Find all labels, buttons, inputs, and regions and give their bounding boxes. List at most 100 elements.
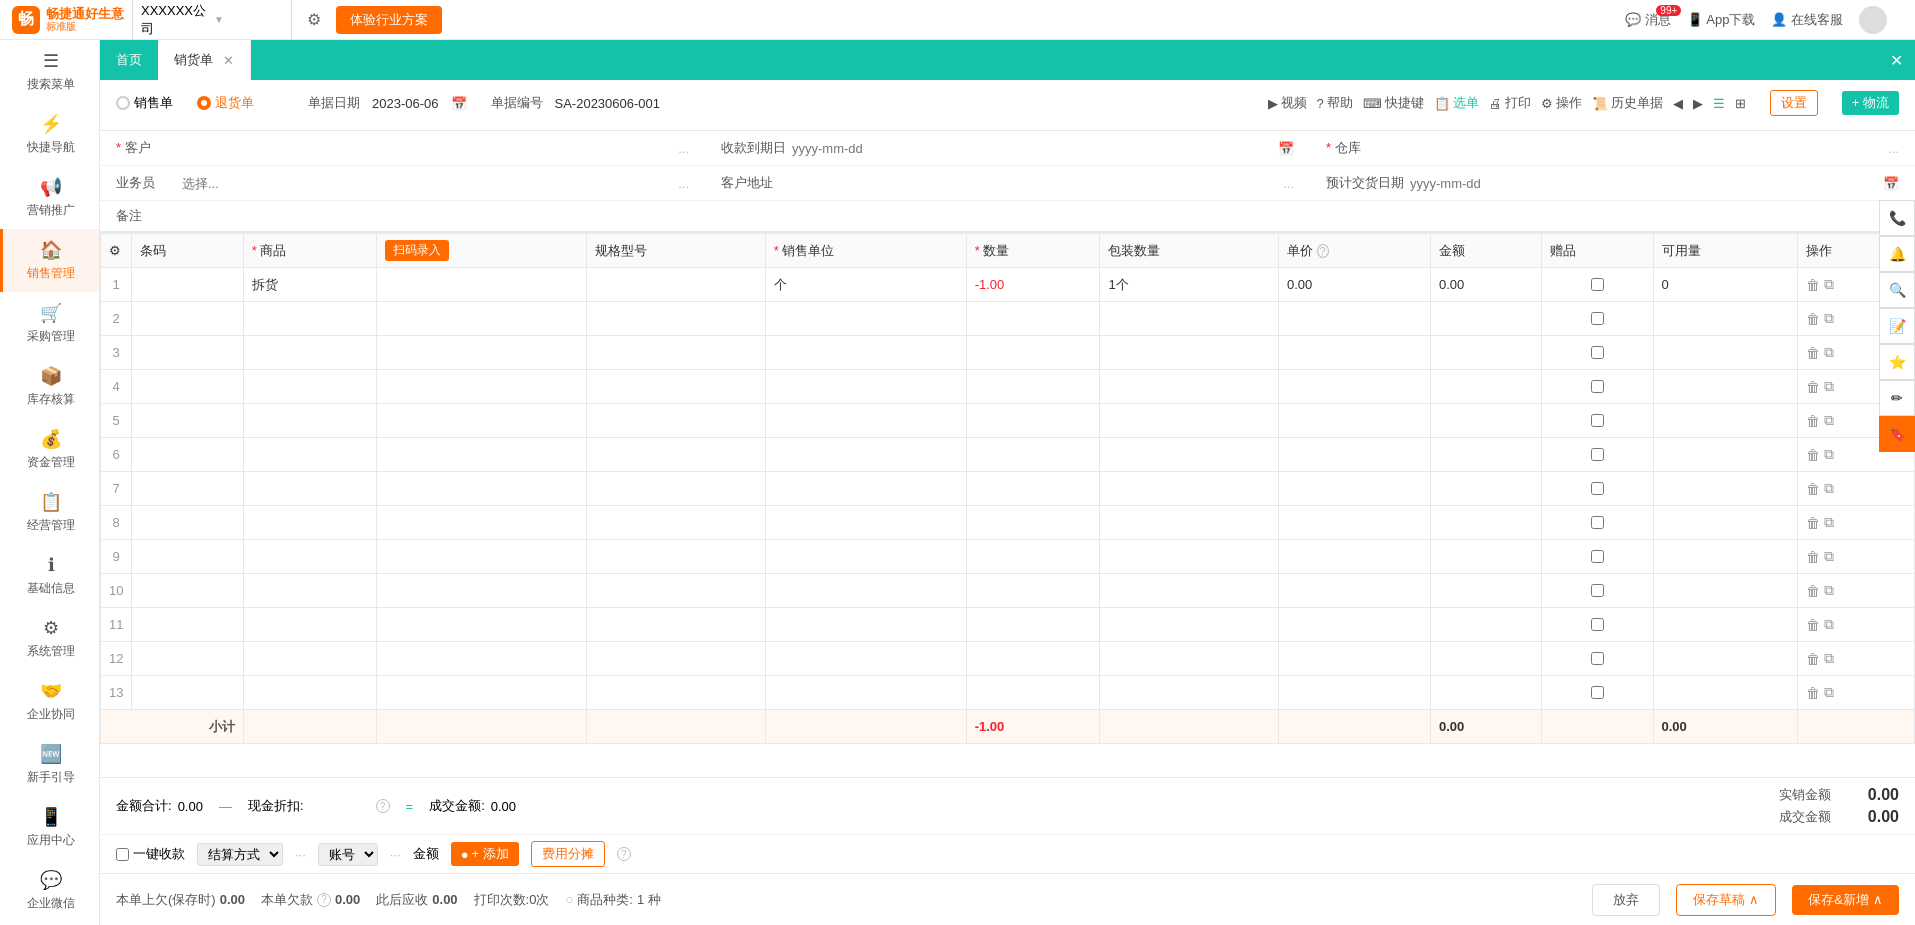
- owe-help-icon[interactable]: ?: [317, 893, 331, 907]
- radio-return[interactable]: 退货单: [197, 94, 254, 112]
- copy-row-btn[interactable]: ⧉: [1824, 582, 1834, 599]
- one-key-pay-checkbox[interactable]: [116, 848, 129, 861]
- row-price[interactable]: [1278, 574, 1430, 608]
- row-barcode[interactable]: [132, 642, 243, 676]
- customer-dots[interactable]: ...: [678, 141, 689, 156]
- price-help-icon[interactable]: ?: [1317, 244, 1329, 258]
- row-price[interactable]: [1278, 540, 1430, 574]
- app-download-link[interactable]: 📱 App下载: [1687, 11, 1755, 29]
- sidebar-item-quicknav[interactable]: ⚡ 快捷导航: [0, 103, 99, 166]
- add-btn[interactable]: ● + 添加: [451, 842, 519, 866]
- row-spec[interactable]: [587, 370, 766, 404]
- sidebar-item-corpwx[interactable]: 💬 企业微信: [0, 859, 99, 922]
- row-spec[interactable]: [587, 438, 766, 472]
- delete-row-btn[interactable]: 🗑: [1806, 379, 1820, 395]
- row-amount[interactable]: [1430, 506, 1541, 540]
- customer-addr-dots[interactable]: ...: [1283, 176, 1294, 191]
- row-amount[interactable]: [1430, 540, 1541, 574]
- delete-row-btn[interactable]: 🗑: [1806, 549, 1820, 565]
- settings-btn[interactable]: 设置: [1770, 90, 1818, 116]
- row-price[interactable]: [1278, 438, 1430, 472]
- row-gift[interactable]: [1542, 574, 1653, 608]
- sidebar-item-capital[interactable]: 💰 资金管理: [0, 418, 99, 481]
- payment-due-calendar-icon[interactable]: 📅: [1278, 141, 1294, 156]
- radio-sales[interactable]: 销售单: [116, 94, 173, 112]
- cash-discount-help[interactable]: ?: [376, 799, 390, 813]
- calendar-icon[interactable]: 📅: [451, 96, 467, 111]
- payment-due-input[interactable]: [792, 141, 1268, 156]
- list-view-btn[interactable]: ☰: [1713, 96, 1725, 111]
- copy-row-btn[interactable]: ⧉: [1824, 480, 1834, 497]
- warehouse-input[interactable]: 建材仓: [1392, 141, 1878, 156]
- sidebar-item-inventory[interactable]: 📦 库存核算: [0, 355, 99, 418]
- row-pkg-qty[interactable]: [1100, 404, 1279, 438]
- row-pkg-qty[interactable]: [1100, 336, 1279, 370]
- gift-checkbox[interactable]: [1591, 414, 1604, 427]
- copy-row-btn[interactable]: ⧉: [1824, 548, 1834, 565]
- row-amount[interactable]: 0.00: [1430, 268, 1541, 302]
- row-amount[interactable]: [1430, 642, 1541, 676]
- row-barcode[interactable]: [132, 438, 243, 472]
- row-gift[interactable]: [1542, 506, 1653, 540]
- row-goods[interactable]: [243, 608, 377, 642]
- account-select[interactable]: 账号: [318, 843, 378, 866]
- gift-checkbox[interactable]: [1591, 346, 1604, 359]
- row-unit[interactable]: [765, 540, 966, 574]
- shortcut-btn[interactable]: ⌨ 快捷键: [1363, 94, 1424, 112]
- row-unit[interactable]: 个: [765, 268, 966, 302]
- row-goods[interactable]: [243, 676, 377, 710]
- row-unit[interactable]: [765, 336, 966, 370]
- gift-checkbox[interactable]: [1591, 686, 1604, 699]
- row-qty[interactable]: [966, 540, 1100, 574]
- expense-btn[interactable]: 费用分摊: [531, 841, 605, 867]
- row-barcode[interactable]: [132, 676, 243, 710]
- row-goods[interactable]: 拆货: [243, 268, 377, 302]
- goods-kind-circle[interactable]: ○: [565, 892, 573, 907]
- row-amount[interactable]: [1430, 472, 1541, 506]
- row-spec[interactable]: [587, 574, 766, 608]
- account-dots[interactable]: ···: [390, 847, 401, 862]
- gift-checkbox[interactable]: [1591, 380, 1604, 393]
- row-gift[interactable]: [1542, 302, 1653, 336]
- delete-row-btn[interactable]: 🗑: [1806, 447, 1820, 463]
- row-gift[interactable]: [1542, 540, 1653, 574]
- row-gift[interactable]: [1542, 608, 1653, 642]
- row-spec[interactable]: [587, 506, 766, 540]
- row-qty[interactable]: [966, 676, 1100, 710]
- copy-row-btn[interactable]: ⧉: [1824, 412, 1834, 429]
- row-gift[interactable]: [1542, 268, 1653, 302]
- row-unit[interactable]: [765, 472, 966, 506]
- row-price[interactable]: [1278, 472, 1430, 506]
- row-barcode[interactable]: [132, 472, 243, 506]
- row-spec[interactable]: [587, 540, 766, 574]
- row-pkg-qty[interactable]: [1100, 540, 1279, 574]
- salesperson-dots[interactable]: ...: [678, 176, 689, 191]
- copy-row-btn[interactable]: ⧉: [1824, 514, 1834, 531]
- row-price[interactable]: [1278, 642, 1430, 676]
- note-input[interactable]: [148, 209, 1899, 224]
- row-gift[interactable]: [1542, 642, 1653, 676]
- settlement-dots[interactable]: ···: [295, 847, 306, 862]
- sidebar-item-purchase[interactable]: 🛒 采购管理: [0, 292, 99, 355]
- sidebar-item-search[interactable]: ☰ 搜索菜单: [0, 40, 99, 103]
- row-spec[interactable]: [587, 472, 766, 506]
- row-pkg-qty[interactable]: [1100, 370, 1279, 404]
- company-select[interactable]: XXXXXX公司 ▼: [132, 0, 292, 42]
- save-new-button[interactable]: 保存&新增 ∧: [1792, 885, 1899, 915]
- row-pkg-qty[interactable]: [1100, 472, 1279, 506]
- sidebar-item-newguide[interactable]: 🆕 新手引导: [0, 733, 99, 796]
- warehouse-dots[interactable]: ...: [1888, 141, 1899, 156]
- row-spec[interactable]: [587, 268, 766, 302]
- row-qty[interactable]: [966, 302, 1100, 336]
- history-btn[interactable]: 📜 历史单据: [1592, 94, 1663, 112]
- row-gift[interactable]: [1542, 404, 1653, 438]
- row-gift[interactable]: [1542, 336, 1653, 370]
- row-qty[interactable]: [966, 608, 1100, 642]
- row-qty[interactable]: [966, 642, 1100, 676]
- settlement-select[interactable]: 结算方式: [197, 843, 283, 866]
- row-spec[interactable]: [587, 302, 766, 336]
- row-amount[interactable]: [1430, 438, 1541, 472]
- row-barcode[interactable]: [132, 608, 243, 642]
- rfb-note[interactable]: 📝: [1879, 308, 1915, 344]
- rfb-star[interactable]: ⭐: [1879, 344, 1915, 380]
